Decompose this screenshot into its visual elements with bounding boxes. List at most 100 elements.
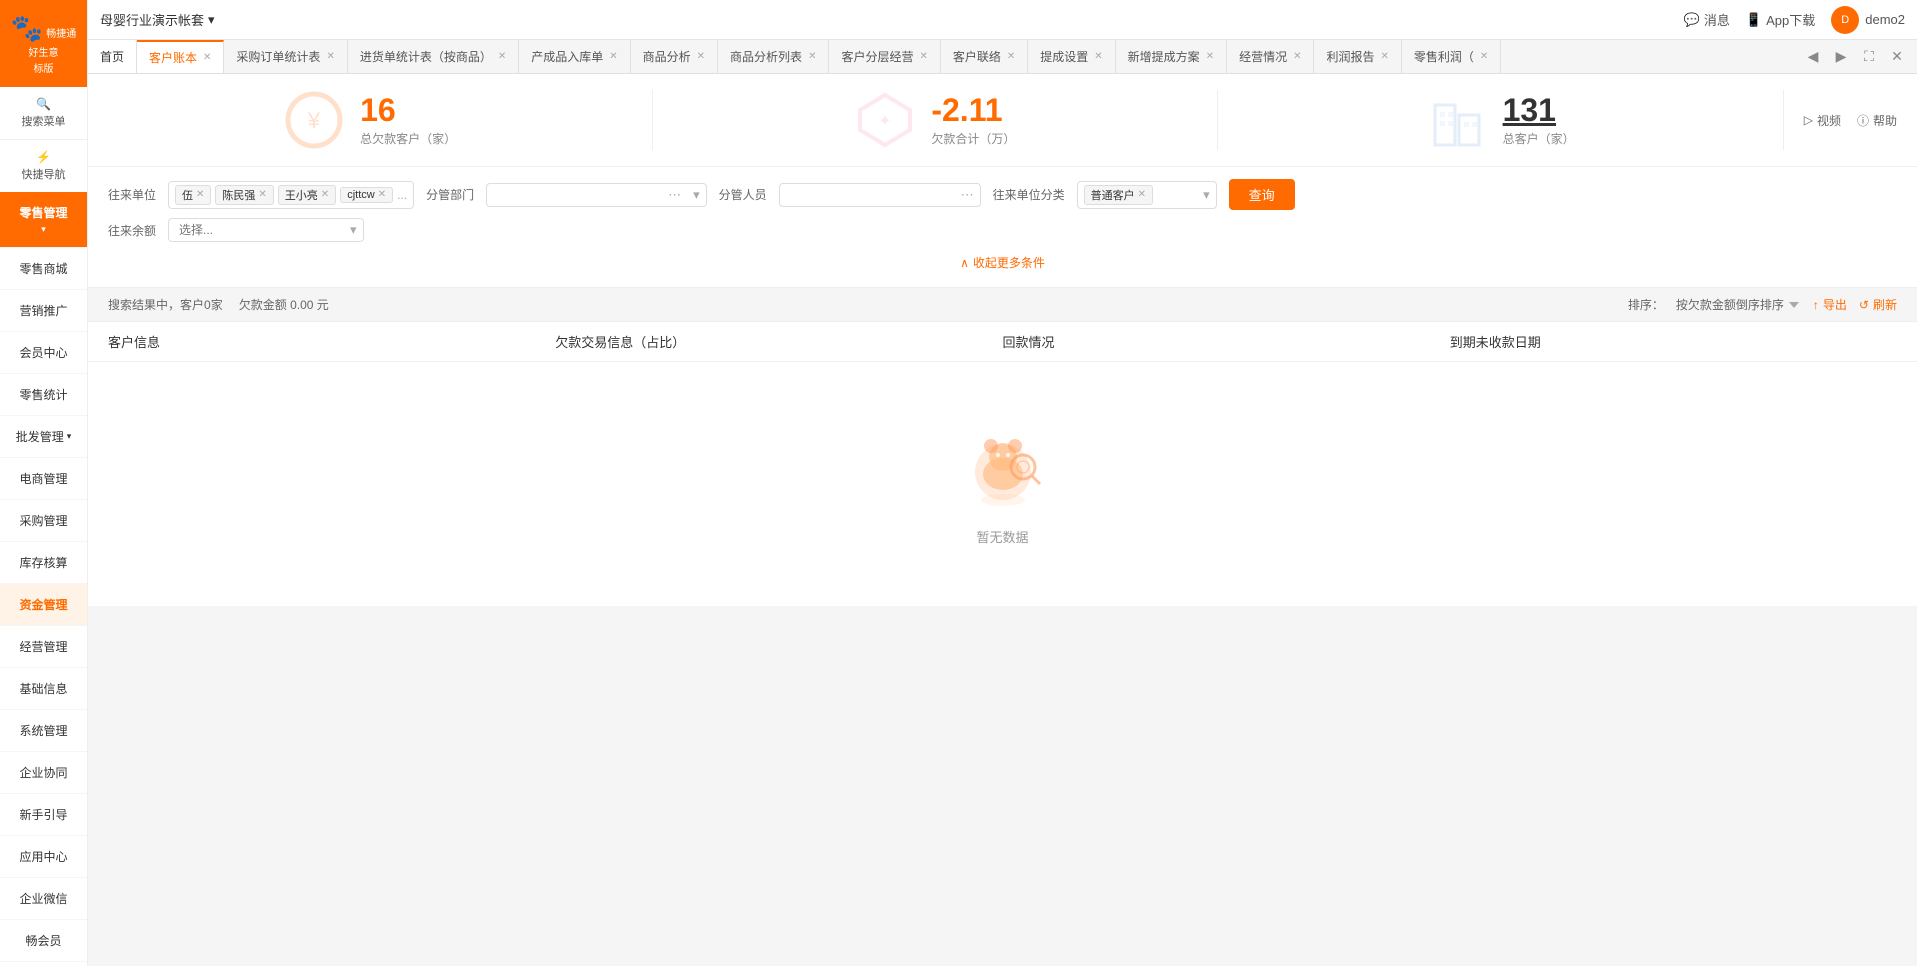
sidebar-item-wholesale[interactable]: 批发管理▾ (0, 416, 87, 458)
total-customers2-label: 总客户（家） (1503, 130, 1575, 147)
person-filter-dots[interactable]: ⋯ (955, 187, 980, 203)
sidebar-quicknav[interactable]: ⚡ 快捷导航 (0, 140, 87, 192)
tab-customer-contact[interactable]: 客户联络 ✕ (941, 40, 1028, 74)
tab-close-icon[interactable]: ✕ (1293, 51, 1301, 62)
query-button[interactable]: 查询 (1229, 179, 1295, 210)
dept-input[interactable] (487, 184, 662, 206)
tab-close-icon[interactable]: ✕ (326, 51, 334, 62)
sidebar-item-vip[interactable]: 畅会员 (0, 920, 87, 962)
dept-filter-label: 分管部门 (426, 186, 474, 203)
tag-remove-2[interactable]: ✕ (258, 189, 266, 200)
filter-more-tags[interactable]: ... (397, 188, 407, 202)
tab-close-icon[interactable]: ✕ (697, 51, 705, 62)
tab-fullscreen-btn[interactable]: ⛶ (1857, 45, 1881, 69)
tab-operations-report[interactable]: 经营情况 ✕ (1227, 40, 1314, 74)
message-btn[interactable]: 💬 消息 (1684, 10, 1730, 29)
tab-label: 进货单统计表（按商品） (360, 48, 492, 65)
tag-remove-4[interactable]: ✕ (378, 189, 386, 200)
app-logo[interactable]: 🐾 畅捷通好生意标版 (0, 0, 87, 87)
video-link[interactable]: ▷ 视频 (1804, 112, 1841, 129)
refresh-btn[interactable]: ↺ 刷新 (1859, 296, 1897, 313)
empty-state: 暂无数据 (88, 362, 1917, 606)
sidebar-item-zero-retail[interactable]: 零售管理 ▾ (0, 192, 87, 248)
debt-label: 欠款金额 (239, 298, 287, 312)
sidebar-item-label: 零售管理 (8, 204, 79, 221)
tab-home[interactable]: 首页 (88, 40, 137, 74)
stats-bar-actions: ▷ 视频 ⓘ 帮助 (1784, 112, 1917, 129)
unit-class-dropdown-icon[interactable]: ▾ (1203, 187, 1210, 203)
tab-customer-segment[interactable]: 客户分层经营 ✕ (829, 40, 940, 74)
dept-filter-input[interactable]: ⋯ ▾ (486, 183, 707, 207)
tab-tips-settings[interactable]: 提成设置 ✕ (1028, 40, 1115, 74)
tag-remove-1[interactable]: ✕ (196, 189, 204, 200)
sort-label: 排序： (1628, 296, 1664, 313)
tag-remove-3[interactable]: ✕ (321, 189, 329, 200)
sidebar-item-procurement[interactable]: 采购管理 (0, 500, 87, 542)
sidebar-item-retail-stats[interactable]: 零售统计 (0, 374, 87, 416)
tab-close-icon[interactable]: ✕ (1007, 51, 1015, 62)
play-icon: ▷ (1804, 113, 1813, 127)
tab-goods-analysis-list[interactable]: 商品分析列表 ✕ (718, 40, 829, 74)
tab-close-icon[interactable]: ✕ (1381, 51, 1389, 62)
account-selector[interactable]: 母婴行业演示帐套 ▾ (100, 10, 215, 29)
sidebar-item-member[interactable]: 会员中心 (0, 332, 87, 374)
sidebar-item-retail-mall[interactable]: 零售商城 (0, 248, 87, 290)
sidebar-item-ecommerce[interactable]: 电商管理 (0, 458, 87, 500)
sidebar-item-inventory[interactable]: 库存核算 (0, 542, 87, 584)
sidebar-item-app-center[interactable]: 应用中心 (0, 836, 87, 878)
balance-dropdown-icon[interactable]: ▾ (344, 222, 363, 238)
tab-close-icon[interactable]: ✕ (498, 51, 506, 62)
tab-retail-profit[interactable]: 零售利润（ ✕ (1402, 40, 1501, 74)
stats-bar: ¥ 16 总欠款客户（家） ✦ -2.11 欠款合计 (88, 74, 1917, 167)
unit-class-tag-remove[interactable]: ✕ (1138, 189, 1146, 200)
sidebar-item-basic-info[interactable]: 基础信息 (0, 668, 87, 710)
sidebar-item-newcomer[interactable]: 新手引导 (0, 794, 87, 836)
collapse-filters-btn[interactable]: ∧ 收起更多条件 (948, 250, 1057, 275)
tab-close-icon[interactable]: ✕ (919, 51, 927, 62)
person-filter-input[interactable]: ⋯ (779, 183, 981, 207)
unit-filter-label: 往来单位 (108, 186, 156, 203)
balance-input[interactable] (169, 219, 344, 241)
tab-close-icon[interactable]: ✕ (609, 51, 617, 62)
sidebar-item-finance[interactable]: 资金管理 (0, 584, 87, 626)
tab-import-stats-product[interactable]: 进货单统计表（按商品） ✕ (348, 40, 519, 74)
tab-new-tips-plan[interactable]: 新增提成方案 ✕ (1116, 40, 1227, 74)
tab-close-icon[interactable]: ✕ (203, 52, 211, 63)
dept-filter-dots[interactable]: ⋯ (662, 187, 687, 203)
sidebar-item-enterprise-collab[interactable]: 企业协同 (0, 752, 87, 794)
unit-class-filter[interactable]: 普通客户 ✕ ▾ (1077, 181, 1217, 209)
tab-label: 客户账本 (149, 49, 197, 66)
tab-close-icon[interactable]: ✕ (1480, 51, 1488, 62)
tab-close-icon[interactable]: ✕ (1206, 51, 1214, 62)
tab-next-btn[interactable]: ▶ (1829, 45, 1853, 69)
sidebar-item-marketing[interactable]: 营销推广 (0, 290, 87, 332)
tab-prev-btn[interactable]: ◀ (1801, 45, 1825, 69)
user-menu[interactable]: D demo2 (1831, 6, 1905, 34)
tab-profit-report[interactable]: 利润报告 ✕ (1314, 40, 1401, 74)
tab-product-cost-entry[interactable]: 产成品入库单 ✕ (519, 40, 630, 74)
tab-close-icon[interactable]: ✕ (808, 51, 816, 62)
tab-customer-debt[interactable]: 客户账本 ✕ (137, 40, 224, 74)
app-download-btn[interactable]: 📱 App下载 (1746, 10, 1815, 29)
unit-filter-tags[interactable]: 伍 ✕ 陈民强 ✕ 王小亮 ✕ cjttcw ✕ ... (168, 181, 414, 209)
arrow-icon: ▾ (67, 431, 72, 442)
export-btn[interactable]: ↑ 导出 (1813, 296, 1847, 313)
filter-tag-4: cjttcw ✕ (340, 187, 393, 203)
dept-dropdown-icon[interactable]: ▾ (687, 187, 706, 203)
balance-filter-input[interactable]: ▾ (168, 218, 364, 242)
sidebar-item-system[interactable]: 系统管理 (0, 710, 87, 752)
page-content: ¥ 16 总欠款客户（家） ✦ -2.11 欠款合计 (88, 74, 1917, 966)
main-area: 母婴行业演示帐套 ▾ 💬 消息 📱 App下载 D demo2 首页 客户账本 (88, 0, 1917, 966)
sidebar-search[interactable]: 🔍 搜索菜单 (0, 87, 87, 140)
tab-purchase-order-stats[interactable]: 采购订单统计表 ✕ (224, 40, 347, 74)
tab-close-all-btn[interactable]: ✕ (1885, 45, 1909, 69)
sort-select[interactable]: 按欠款金额倒序排序 (1676, 298, 1801, 312)
help-link[interactable]: ⓘ 帮助 (1857, 112, 1897, 129)
sidebar-item-operations[interactable]: 经营管理 (0, 626, 87, 668)
tab-close-icon[interactable]: ✕ (1094, 51, 1102, 62)
total-customers2-value: 131 (1503, 94, 1575, 126)
person-input[interactable] (780, 184, 955, 206)
sidebar-item-wechat[interactable]: 企业微信 (0, 878, 87, 920)
tab-goods-analysis[interactable]: 商品分析 ✕ (631, 40, 718, 74)
svg-text:✦: ✦ (879, 113, 892, 130)
